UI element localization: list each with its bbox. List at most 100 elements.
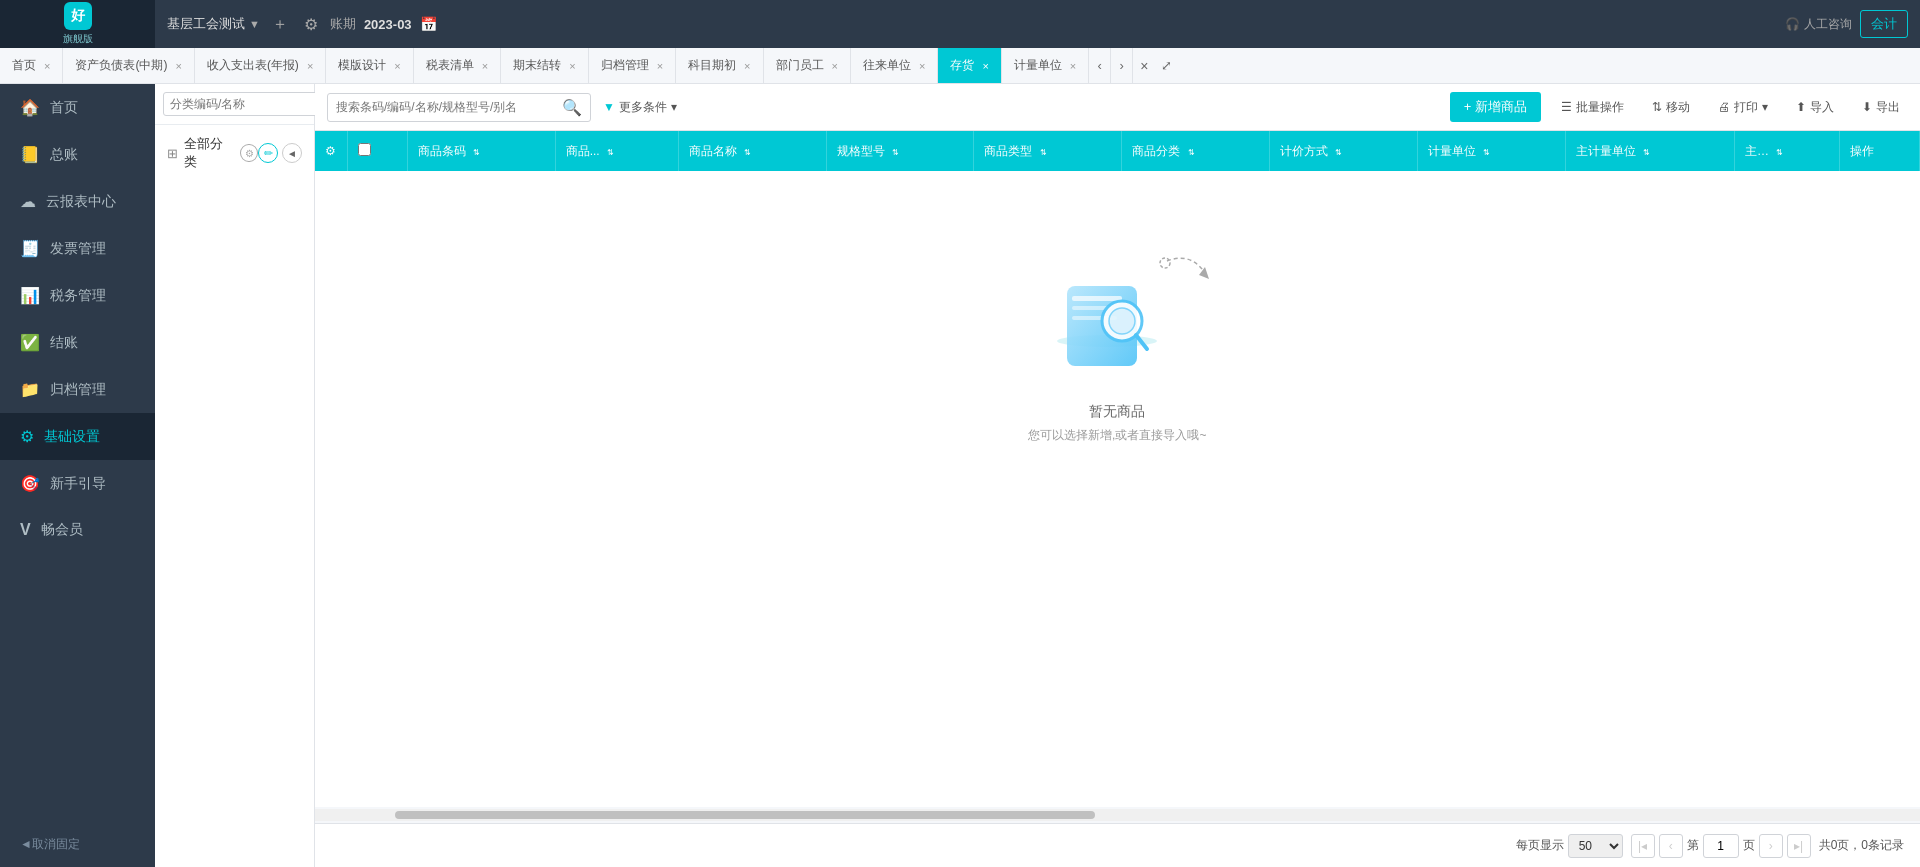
tab-close-all-button[interactable]: × [1133,48,1155,84]
sidebar-item-reports[interactable]: ☁ 云报表中心 [0,178,155,225]
th-main-unit[interactable]: 主计量单位 ⇅ [1565,131,1734,171]
import-label: 导入 [1810,99,1834,116]
sort-arrows-icon: ⇅ [744,148,751,157]
tab-close-icon[interactable]: × [482,60,488,72]
grid-icon: ⊞ [167,146,178,161]
th-code[interactable]: 商品... ⇅ [555,131,678,171]
tab-template-design[interactable]: 模版设计 × [326,48,413,84]
empty-title: 暂无商品 [1089,403,1145,421]
sidebar-item-ledger[interactable]: 📒 总账 [0,131,155,178]
tab-subject-initial[interactable]: 科目期初 × [676,48,763,84]
th-actions-label: 操作 [1850,144,1874,158]
th-checkbox[interactable] [347,131,407,171]
tab-period-transfer[interactable]: 期末结转 × [501,48,588,84]
tab-department-staff[interactable]: 部门员工 × [764,48,851,84]
th-unit[interactable]: 计量单位 ⇅ [1417,131,1565,171]
sidebar-item-home[interactable]: 🏠 首页 [0,84,155,131]
sidebar-item-basic-settings[interactable]: ⚙ 基础设置 [0,413,155,460]
tab-close-icon[interactable]: × [44,60,50,72]
tab-inventory[interactable]: 存货 × [938,48,1001,84]
sidebar-item-guide[interactable]: 🎯 新手引导 [0,460,155,507]
horizontal-scrollbar[interactable] [315,809,1920,821]
more-filter-label: 更多条件 [619,99,667,116]
th-main2[interactable]: 主… ⇅ [1734,131,1839,171]
tab-close-icon[interactable]: × [569,60,575,72]
tab-tax-list[interactable]: 税表清单 × [414,48,501,84]
tab-balance-sheet[interactable]: 资产负债表(中期) × [63,48,194,84]
pagination-bar: 每页显示 50 100 200 |◂ ‹ 第 页 › [315,823,1920,867]
edit-icon[interactable]: ✏ [258,143,278,163]
tab-archive-management[interactable]: 归档管理 × [589,48,676,84]
tab-label: 存货 [950,57,974,74]
sidebar-item-invoice[interactable]: 🧾 发票管理 [0,225,155,272]
tab-label: 科目期初 [688,57,736,74]
tab-close-icon[interactable]: × [832,60,838,72]
per-page-select[interactable]: 50 100 200 [1568,834,1623,858]
sidebar-item-archive[interactable]: 📁 归档管理 [0,366,155,413]
th-settings[interactable]: ⚙ [315,131,347,171]
th-type[interactable]: 商品类型 ⇅ [974,131,1122,171]
tab-close-icon[interactable]: × [1070,60,1076,72]
th-category[interactable]: 商品分类 ⇅ [1122,131,1270,171]
sort-arrows-icon: ⇅ [1483,148,1490,157]
account-button[interactable]: 会计 [1860,10,1908,38]
tab-prev-button[interactable]: ‹ [1089,48,1111,84]
settings-circle-icon[interactable]: ⚙ [240,144,258,162]
tab-label: 收入支出表(年报) [207,57,299,74]
add-product-button[interactable]: + 新增商品 [1450,92,1541,122]
add-company-button[interactable]: ＋ [268,10,292,39]
th-spec[interactable]: 规格型号 ⇅ [826,131,974,171]
th-name[interactable]: 商品名称 ⇅ [678,131,826,171]
scrollbar-thumb[interactable] [395,811,1095,819]
sidebar-item-tax[interactable]: 📊 税务管理 [0,272,155,319]
th-barcode[interactable]: 商品条码 ⇅ [407,131,555,171]
filter-icon: ▼ [603,100,615,114]
settings-gear-button[interactable]: ⚙ [300,11,322,38]
add-label: + 新增商品 [1464,98,1527,116]
tab-close-icon[interactable]: × [657,60,663,72]
collapse-panel-button[interactable]: ◄ [282,143,302,163]
tab-close-icon[interactable]: × [175,60,181,72]
th-pricing[interactable]: 计价方式 ⇅ [1270,131,1418,171]
last-page-button[interactable]: ▸| [1787,834,1811,858]
move-button[interactable]: ⇅ 移动 [1644,95,1698,120]
tab-unit[interactable]: 计量单位 × [1002,48,1089,84]
first-page-button[interactable]: |◂ [1631,834,1655,858]
import-button[interactable]: ⬆ 导入 [1788,95,1842,120]
page-number-input[interactable] [1703,834,1739,858]
print-label: 打印 [1734,99,1758,116]
tab-contacts[interactable]: 往来单位 × [851,48,938,84]
print-button[interactable]: 🖨 打印 ▾ [1710,95,1776,120]
export-button[interactable]: ⬇ 导出 [1854,95,1908,120]
print-icon: 🖨 [1718,100,1730,114]
tab-income-statement[interactable]: 收入支出表(年报) × [195,48,326,84]
next-page-button[interactable]: › [1759,834,1783,858]
svg-point-6 [1109,308,1135,334]
tab-close-icon[interactable]: × [919,60,925,72]
category-search-input[interactable] [163,92,327,116]
company-selector[interactable]: 基层工会测试 ▼ [167,15,260,33]
tab-homepage[interactable]: 首页 × [0,48,63,84]
sidebar-item-member[interactable]: V 畅会员 [0,507,155,553]
product-search-icon[interactable]: 🔍 [562,98,582,117]
more-filter-button[interactable]: ▼ 更多条件 ▾ [603,99,677,116]
calendar-icon[interactable]: 📅 [420,16,437,32]
tab-close-icon[interactable]: × [307,60,313,72]
tab-close-icon[interactable]: × [744,60,750,72]
batch-operation-button[interactable]: ☰ 批量操作 [1553,95,1632,120]
sidebar-unpin-button[interactable]: ◄取消固定 [0,822,155,867]
service-button[interactable]: 🎧 人工咨询 [1785,16,1852,33]
prev-page-button[interactable]: ‹ [1659,834,1683,858]
sidebar-item-settle[interactable]: ✅ 结账 [0,319,155,366]
category-all-item[interactable]: ⊞ 全部分类 ⚙ ✏ ◄ [155,125,314,181]
th-main2-label: 主… [1745,144,1769,158]
sidebar-label: 税务管理 [50,287,106,305]
tab-close-icon[interactable]: × [394,60,400,72]
tab-close-icon[interactable]: × [982,60,988,72]
product-search-input[interactable] [336,100,556,114]
invoice-icon: 🧾 [20,239,40,258]
tab-next-button[interactable]: › [1111,48,1133,84]
tab-expand-button[interactable]: ⤢ [1155,48,1177,84]
logo-area: 好 旗舰版 [0,0,155,48]
select-all-checkbox[interactable] [358,143,371,156]
